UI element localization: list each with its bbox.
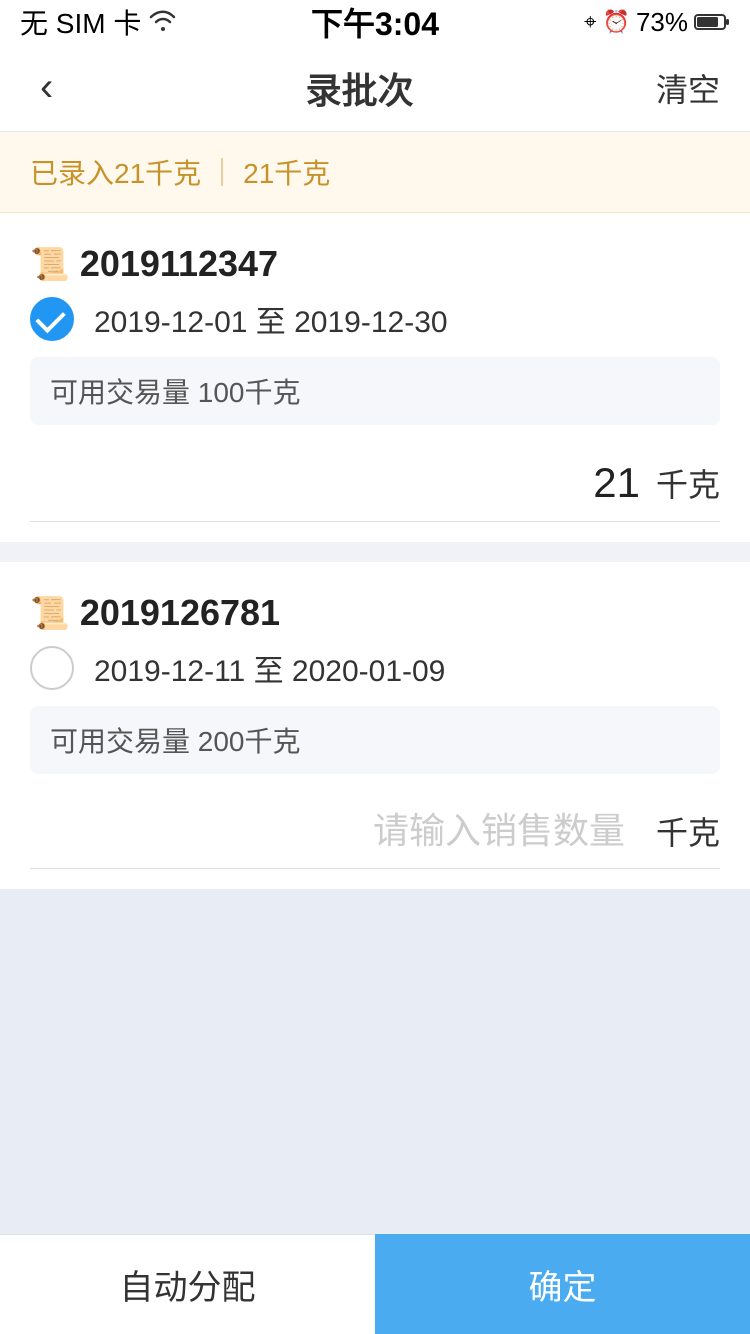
clear-button[interactable]: 清空 xyxy=(656,65,720,111)
auto-distribute-button[interactable]: 自动分配 xyxy=(0,1234,375,1334)
recorded-label: 已录入21千克 xyxy=(30,152,201,192)
status-right: ⌖ ⏰ 73% xyxy=(584,7,730,38)
radio-1[interactable] xyxy=(30,297,74,341)
availability-2: 可用交易量 200千克 xyxy=(30,706,720,774)
card-separator-1 xyxy=(0,542,750,562)
bottom-bar: 自动分配 确定 xyxy=(0,1234,750,1334)
batch-doc-icon-1: 📜 xyxy=(30,245,70,283)
carrier-text: 无 SIM 卡 xyxy=(20,2,141,42)
nav-bar: ‹ 录批次 清空 xyxy=(0,44,750,132)
batch-header-1: 📜 2019112347 xyxy=(30,243,720,285)
batch-id-2: 2019126781 xyxy=(80,592,280,634)
wifi-icon xyxy=(149,6,177,38)
status-time: 下午3:04 xyxy=(311,0,439,45)
batch-date-row-2: 2019-12-11 至 2020-01-09 xyxy=(30,646,720,690)
status-bar: 无 SIM 卡 下午3:04 ⌖ ⏰ 73% xyxy=(0,0,750,44)
availability-1: 可用交易量 100千克 xyxy=(30,357,720,425)
battery-icon xyxy=(694,12,730,32)
batch-date-row-1: 2019-12-01 至 2019-12-30 xyxy=(30,297,720,341)
info-banner: 已录入21千克 21千克 xyxy=(0,132,750,213)
quantity-value-1: 21 xyxy=(593,459,640,507)
total-label: 21千克 xyxy=(243,152,330,192)
batch-date-1: 2019-12-01 至 2019-12-30 xyxy=(94,297,448,341)
back-button[interactable]: ‹ xyxy=(30,55,63,120)
confirm-button[interactable]: 确定 xyxy=(375,1234,750,1334)
input-row-2: 千克 xyxy=(30,794,720,869)
alarm-icon: ⏰ xyxy=(603,9,630,35)
quantity-row-1: 21 千克 xyxy=(30,445,720,522)
quantity-input-2[interactable] xyxy=(30,810,640,852)
batch-header-2: 📜 2019126781 xyxy=(30,592,720,634)
status-left: 无 SIM 卡 xyxy=(20,2,177,42)
batch-doc-icon-2: 📜 xyxy=(30,594,70,632)
radio-2[interactable] xyxy=(30,646,74,690)
location-icon: ⌖ xyxy=(584,9,596,35)
battery-text: 73% xyxy=(636,7,688,38)
batch-card-1: 📜 2019112347 2019-12-01 至 2019-12-30 可用交… xyxy=(0,213,750,542)
batch-date-2: 2019-12-11 至 2020-01-09 xyxy=(94,646,445,690)
batch-card-2: 📜 2019126781 2019-12-11 至 2020-01-09 可用交… xyxy=(0,562,750,889)
quantity-unit-1: 千克 xyxy=(656,460,720,506)
batch-id-1: 2019112347 xyxy=(80,243,278,285)
page-title: 录批次 xyxy=(306,62,414,114)
input-unit-2: 千克 xyxy=(656,808,720,854)
info-divider xyxy=(221,158,223,186)
